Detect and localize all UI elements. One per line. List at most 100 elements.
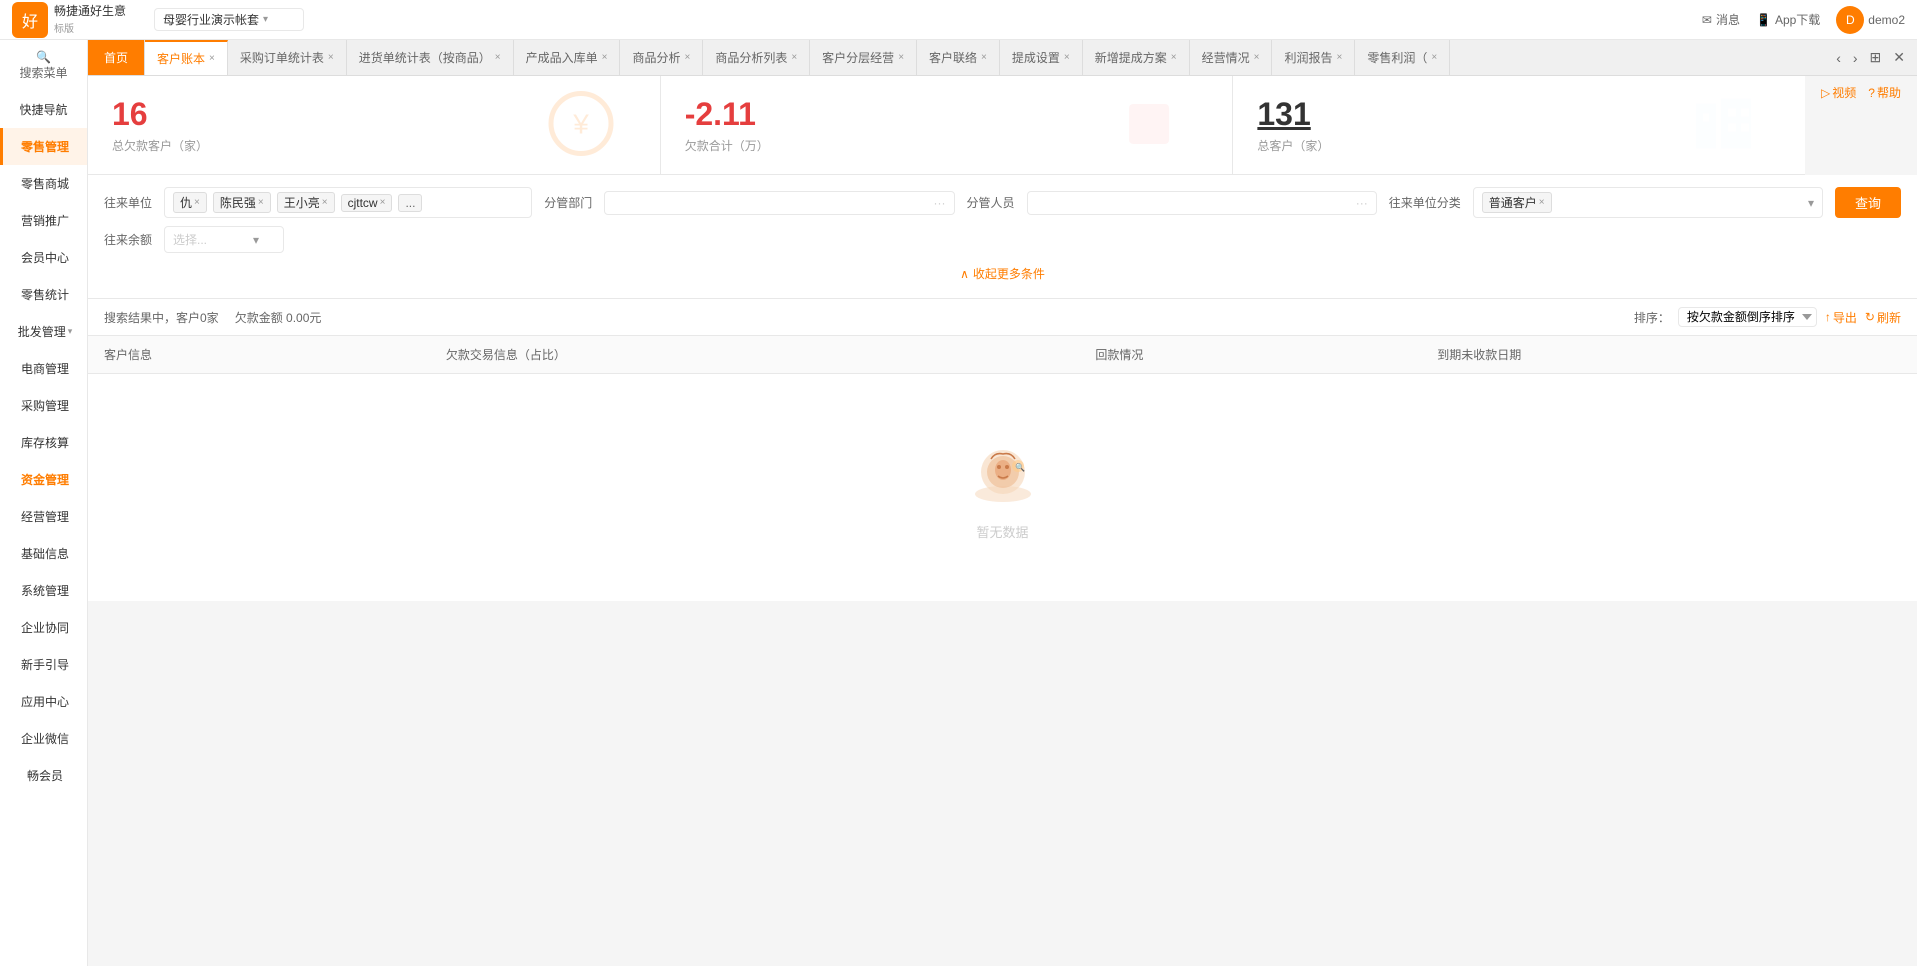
tab-product-analysis-list-label: 商品分析列表 bbox=[715, 49, 787, 66]
sidebar-label-app-center: 应用中心 bbox=[21, 695, 69, 709]
tab-reminder-settings-close[interactable]: × bbox=[1064, 52, 1070, 63]
search-icon: 🔍 bbox=[36, 50, 51, 64]
more-tags-btn[interactable]: ... bbox=[398, 194, 422, 212]
company-filter-tags[interactable]: 仇 × 陈民强 × 王小亮 × cjttcw × bbox=[164, 187, 532, 218]
sidebar-label-ecommerce-mgmt: 电商管理 bbox=[21, 362, 69, 376]
sidebar-item-enterprise-collab[interactable]: 企业协同 bbox=[0, 609, 87, 646]
tab-home[interactable]: 首页 bbox=[88, 40, 145, 76]
tab-purchase-order-stat[interactable]: 采购订单统计表 × bbox=[228, 40, 347, 76]
org-selector[interactable]: 母婴行业演示帐套 ▾ bbox=[154, 8, 304, 31]
tab-retail-profit[interactable]: 零售利润（ × bbox=[1355, 40, 1450, 76]
sidebar-item-business-mgmt[interactable]: 经营管理 bbox=[0, 498, 87, 535]
app-download-btn[interactable]: 📱 App下载 bbox=[1756, 11, 1820, 28]
tabs-bar: 首页 客户账本 × 采购订单统计表 × 进货单统计表（按商品） × 产成品入库单… bbox=[88, 40, 1917, 76]
message-btn[interactable]: ✉ 消息 bbox=[1702, 11, 1740, 28]
collapse-row: ∧ 收起更多条件 bbox=[104, 261, 1901, 286]
tab-business-status[interactable]: 经营情况 × bbox=[1190, 40, 1273, 76]
tab-production-instock-close[interactable]: × bbox=[602, 52, 608, 63]
sidebar-item-member-center[interactable]: 会员中心 bbox=[0, 239, 87, 276]
sidebar-label-inventory: 库存核算 bbox=[21, 436, 69, 450]
top-actions: ✉ 消息 📱 App下载 D demo2 bbox=[1702, 6, 1905, 34]
collapse-btn[interactable]: ∧ 收起更多条件 bbox=[944, 261, 1061, 286]
filter-tag-cjttcw-remove[interactable]: × bbox=[380, 197, 386, 208]
tab-customer-capital-close[interactable]: × bbox=[209, 53, 215, 64]
app-name: 畅捷通好生意 bbox=[54, 4, 126, 20]
tab-customer-segment[interactable]: 客户分层经营 × bbox=[810, 40, 917, 76]
tab-new-achievement[interactable]: 新增提成方案 × bbox=[1083, 40, 1190, 76]
amount-filter-select[interactable]: 选择... ▾ bbox=[164, 226, 284, 253]
sidebar-item-ecommerce-mgmt[interactable]: 电商管理 bbox=[0, 350, 87, 387]
filter-tag-wangxiaoliang-remove[interactable]: × bbox=[322, 197, 328, 208]
sidebar-item-new-user-guide[interactable]: 新手引导 bbox=[0, 646, 87, 683]
tab-profit-report[interactable]: 利润报告 × bbox=[1272, 40, 1355, 76]
tabs-expand-btn[interactable]: ⊞ bbox=[1866, 47, 1886, 68]
category-arrow-icon: ▾ bbox=[1808, 196, 1814, 210]
category-filter-select[interactable]: 普通客户 × ▾ bbox=[1473, 187, 1823, 218]
empty-state-cell: 🔍 暂无数据 bbox=[88, 374, 1917, 602]
export-btn[interactable]: ↑ 导出 bbox=[1825, 309, 1857, 326]
table-body: 🔍 暂无数据 bbox=[88, 374, 1917, 602]
tab-customer-contact[interactable]: 客户联络 × bbox=[917, 40, 1000, 76]
sidebar-item-purchase-mgmt[interactable]: 采购管理 bbox=[0, 387, 87, 424]
sidebar-item-batch-mgmt[interactable]: 批发管理 ▾ bbox=[0, 313, 87, 350]
svg-text:🔍: 🔍 bbox=[1015, 462, 1025, 472]
tab-product-analysis-close[interactable]: × bbox=[684, 52, 690, 63]
tab-customer-segment-close[interactable]: × bbox=[898, 52, 904, 63]
tab-incoming-stat-close[interactable]: × bbox=[495, 52, 501, 63]
tab-product-analysis[interactable]: 商品分析 × bbox=[620, 40, 703, 76]
sidebar-quick-nav[interactable]: 快捷导航 bbox=[0, 91, 87, 128]
sidebar-item-enterprise-wechat[interactable]: 企业微信 bbox=[0, 720, 87, 757]
tabs-close-all-btn[interactable]: ✕ bbox=[1889, 47, 1909, 68]
sidebar-search[interactable]: 🔍 搜索菜单 bbox=[0, 40, 87, 91]
table-empty-row: 🔍 暂无数据 bbox=[88, 374, 1917, 602]
sidebar-item-finance-mgmt[interactable]: 资金管理 bbox=[0, 461, 87, 498]
top-header: 好 畅捷通好生意 标版 母婴行业演示帐套 ▾ ✉ 消息 📱 App下载 D de… bbox=[0, 0, 1917, 40]
sort-select[interactable]: 按欠款金额倒序排序 bbox=[1678, 307, 1817, 327]
search-button[interactable]: 查询 bbox=[1835, 187, 1901, 218]
sidebar-item-vip-member[interactable]: 畅会员 bbox=[0, 757, 87, 794]
tab-home-label: 首页 bbox=[104, 49, 128, 66]
sidebar-item-marketing[interactable]: 营销推广 bbox=[0, 202, 87, 239]
sidebar-item-inventory[interactable]: 库存核算 bbox=[0, 424, 87, 461]
tab-new-achievement-close[interactable]: × bbox=[1171, 52, 1177, 63]
tab-production-instock-label: 产成品入库单 bbox=[526, 49, 598, 66]
sidebar-label-marketing: 营销推广 bbox=[21, 214, 69, 228]
tab-purchase-order-stat-label: 采购订单统计表 bbox=[240, 49, 324, 66]
refresh-btn[interactable]: ↻ 刷新 bbox=[1865, 309, 1901, 326]
sidebar-item-zero-retail-mgmt[interactable]: 零售管理 bbox=[0, 128, 87, 165]
user-area[interactable]: D demo2 bbox=[1836, 6, 1905, 34]
sidebar-item-system-mgmt[interactable]: 系统管理 bbox=[0, 572, 87, 609]
category-tag-general-remove[interactable]: × bbox=[1539, 197, 1545, 208]
sidebar-item-app-center[interactable]: 应用中心 bbox=[0, 683, 87, 720]
tab-profit-report-close[interactable]: × bbox=[1336, 52, 1342, 63]
sidebar-item-zero-retail-shop[interactable]: 零售商城 bbox=[0, 165, 87, 202]
filter-tag-cjttcw: cjttcw × bbox=[341, 194, 393, 212]
tab-retail-profit-close[interactable]: × bbox=[1431, 52, 1437, 63]
amount-filter-arrow-icon: ▾ bbox=[253, 233, 259, 247]
tab-customer-capital[interactable]: 客户账本 × bbox=[145, 40, 228, 76]
help-link[interactable]: ? 帮助 bbox=[1868, 84, 1901, 101]
tab-customer-contact-close[interactable]: × bbox=[981, 52, 987, 63]
tab-incoming-stat[interactable]: 进货单统计表（按商品） × bbox=[347, 40, 514, 76]
tab-product-analysis-list[interactable]: 商品分析列表 × bbox=[703, 40, 810, 76]
tab-production-instock[interactable]: 产成品入库单 × bbox=[514, 40, 621, 76]
tab-business-status-close[interactable]: × bbox=[1254, 52, 1260, 63]
sidebar-item-basic-info[interactable]: 基础信息 bbox=[0, 535, 87, 572]
tab-purchase-order-stat-close[interactable]: × bbox=[328, 52, 334, 63]
filter-tag-chenminqiang-remove[interactable]: × bbox=[258, 197, 264, 208]
tab-reminder-settings[interactable]: 提成设置 × bbox=[1000, 40, 1083, 76]
dept-filter-select[interactable]: ··· bbox=[604, 191, 954, 215]
sidebar-label-purchase-mgmt: 采购管理 bbox=[21, 399, 69, 413]
filter-row-amount: 往来余额 选择... ▾ bbox=[104, 226, 1901, 253]
video-link[interactable]: ▷ 视频 bbox=[1821, 84, 1856, 101]
export-icon: ↑ bbox=[1825, 310, 1831, 324]
category-filter-label: 往来单位分类 bbox=[1389, 194, 1461, 211]
tab-product-analysis-list-close[interactable]: × bbox=[791, 52, 797, 63]
person-filter-select[interactable]: ··· bbox=[1027, 191, 1377, 215]
stat-card-debt: -2.11 欠款合计（万） bbox=[660, 76, 1233, 174]
data-table: 客户信息 欠款交易信息（占比） 回款情况 到期未收款日期 bbox=[88, 336, 1917, 601]
tabs-next-btn[interactable]: › bbox=[1849, 48, 1862, 68]
filter-tag-qiu-remove[interactable]: × bbox=[194, 197, 200, 208]
tabs-prev-btn[interactable]: ‹ bbox=[1832, 48, 1845, 68]
sidebar-item-zero-retail-stat[interactable]: 零售统计 bbox=[0, 276, 87, 313]
